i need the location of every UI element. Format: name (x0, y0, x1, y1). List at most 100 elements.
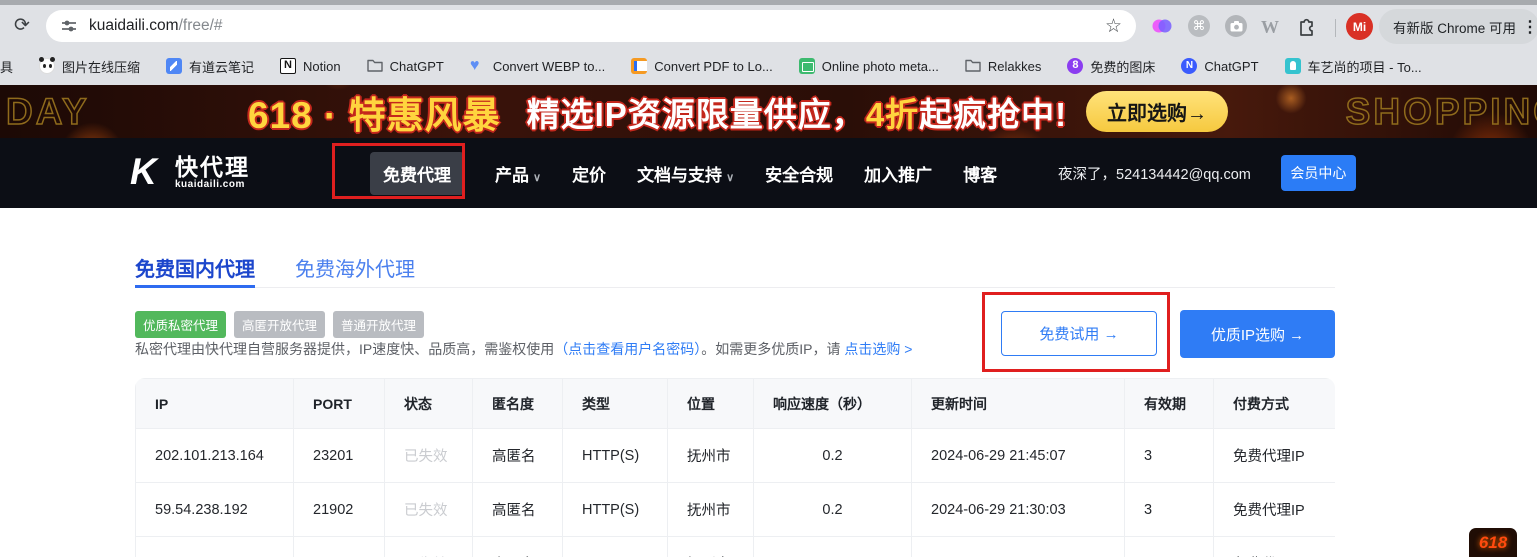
proxy-description: 私密代理由快代理自营服务器提供，IP速度快、品质高，需鉴权使用（点击查看用户名密… (135, 339, 912, 359)
cell-anonymity: 高匿名 (473, 537, 563, 557)
photo-meta-icon (799, 58, 815, 74)
site-logo[interactable]: K 快代理kuaidaili.com (130, 153, 250, 191)
bookmark-item[interactable]: ChatGPT (367, 58, 444, 75)
account-greeting: 夜深了，524134442@qq.com (1058, 163, 1251, 184)
cell-location: 抚州市 (668, 429, 754, 483)
nav-item-products[interactable]: 产品∨ (495, 161, 541, 186)
tab-domestic-free-proxy[interactable]: 免费国内代理 (135, 253, 255, 282)
bookmark-label: 免费的图床 (1090, 57, 1155, 76)
premium-ip-button[interactable]: 优质IP选购 → (1180, 310, 1335, 358)
bookmark-item[interactable]: ChatGPT (1181, 58, 1258, 74)
tabs-divider (135, 287, 1335, 288)
tag-normal-open-proxy[interactable]: 普通开放代理 (333, 311, 424, 338)
annotation-box-free-proxy (332, 143, 465, 199)
promo-618-badge[interactable]: 618 (1469, 528, 1517, 557)
nav-item-affiliate[interactable]: 加入推广 (864, 161, 932, 186)
banner-discount: 4折 (866, 96, 919, 133)
cell-anonymity: 高匿名 (473, 429, 563, 483)
cell-port: 21021 (294, 537, 385, 557)
cell-ip: 202.101.213.164 (136, 429, 294, 483)
cell-ip: 117.57.93.95 (136, 537, 294, 557)
camera-extension-icon[interactable] (1225, 15, 1247, 37)
bookmark-item[interactable]: 工具 (0, 57, 13, 76)
cell-type: HTTP(S) (563, 429, 668, 483)
banner-buy-now-button[interactable]: 立即选购→ (1086, 91, 1228, 132)
banner-deco-right: SHOPPING (1346, 91, 1537, 133)
bookmark-item[interactable]: 有道云笔记 (166, 57, 254, 76)
nav-item-docs[interactable]: 文档与支持 ∨ (637, 161, 734, 186)
heart-icon: ♥ (470, 58, 486, 74)
badge-label: 618 (1479, 533, 1507, 557)
cell-status: 已失效 (385, 483, 473, 537)
tab-overseas-free-proxy[interactable]: 免费海外代理 (295, 253, 415, 282)
cell-validity: 3 (1125, 483, 1214, 537)
buy-ip-link[interactable]: 点击选购 > (844, 341, 912, 357)
bookmark-item[interactable]: 免费的图床 (1067, 57, 1155, 76)
bookmark-item[interactable]: 图片在线压缩 (39, 57, 140, 76)
panda-icon (39, 58, 55, 74)
cell-anonymity: 高匿名 (473, 483, 563, 537)
col-header-status: 状态 (385, 379, 473, 429)
nav-item-pricing[interactable]: 定价 (572, 161, 606, 186)
url-domain: kuaidaili.com (89, 17, 179, 34)
view-credentials-link[interactable]: （点击查看用户名密码） (554, 341, 701, 357)
col-header-speed: 响应速度（秒） (754, 379, 912, 429)
bookmark-label: ChatGPT (390, 59, 444, 74)
nav-item-label: 产品 (495, 166, 529, 185)
url-path: /free/# (179, 17, 223, 34)
col-header-anonymity: 匿名度 (473, 379, 563, 429)
cell-port: 23201 (294, 429, 385, 483)
profile-avatar[interactable]: Mi (1346, 13, 1373, 40)
nav-item-compliance[interactable]: 安全合规 (765, 161, 833, 186)
url-text[interactable]: kuaidaili.com/free/# (89, 17, 223, 35)
tag-anonymous-open-proxy[interactable]: 高匿开放代理 (234, 311, 325, 338)
browser-menu-icon[interactable]: ⋮ (1522, 17, 1537, 37)
cell-location: 抚州市 (668, 483, 754, 537)
brain-extension-icon[interactable] (1152, 18, 1172, 40)
cell-validity: 3 (1125, 429, 1214, 483)
bookmark-item[interactable]: Online photo meta... (799, 58, 939, 74)
browser-toolbar: ⟳ kuaidaili.com/free/# ☆ ⌘ W Mi 有新版 Chro… (0, 5, 1537, 47)
nav-item-blog[interactable]: 博客 (963, 161, 997, 186)
bookmark-label: 车艺尚的项目 - To... (1308, 57, 1422, 76)
command-extension-icon[interactable]: ⌘ (1188, 15, 1210, 37)
cell-status: 已失效 (385, 429, 473, 483)
promo-banner[interactable]: DAY SHOPPING 618 · 特惠风暴 精选IP资源限量供应，4折起疯抢… (0, 85, 1537, 138)
youdao-note-icon (166, 58, 182, 74)
site-navbar: K 快代理kuaidaili.com 免费代理 产品∨ 定价 文档与支持∨ 安全… (0, 138, 1537, 208)
chevron-down-icon: ∨ (726, 172, 734, 184)
bookmark-item[interactable]: Notion (280, 58, 341, 74)
logo-subtitle: kuaidaili.com (175, 179, 250, 190)
pdf-converter-icon (631, 58, 647, 74)
folder-icon (367, 58, 383, 75)
image-host-icon (1067, 58, 1083, 74)
chrome-update-label: 有新版 Chrome 可用 (1393, 17, 1516, 37)
table-row: 59.54.238.192 21902 已失效 高匿名 HTTP(S) 抚州市 … (136, 483, 1336, 537)
wikipedia-extension-icon[interactable]: W (1261, 17, 1279, 38)
desc-text: 私密代理由快代理自营服务器提供，IP速度快、品质高，需鉴权使用 (135, 341, 554, 357)
logo-title: 快代理 (175, 155, 250, 179)
col-header-location: 位置 (668, 379, 754, 429)
bookmark-item[interactable]: 车艺尚的项目 - To... (1285, 57, 1422, 76)
bookmark-label: Convert PDF to Lo... (654, 59, 773, 74)
nav-account-area: 夜深了，524134442@qq.com 会员中心 (1058, 138, 1356, 208)
member-center-button[interactable]: 会员中心 (1281, 155, 1356, 191)
cell-updated: 2024-06-29 21:30:03 (912, 483, 1125, 537)
tag-private-proxy[interactable]: 优质私密代理 (135, 311, 226, 338)
bookmark-label: 工具 (0, 57, 13, 76)
extensions-puzzle-icon[interactable] (1297, 18, 1316, 42)
site-settings-icon[interactable] (61, 18, 77, 34)
reload-icon[interactable]: ⟳ (14, 14, 30, 37)
bookmark-item[interactable]: ♥Convert WEBP to... (470, 58, 605, 74)
col-header-ip: IP (136, 379, 294, 429)
table-header-row: IP PORT 状态 匿名度 类型 位置 响应速度（秒） 更新时间 有效期 付费… (136, 379, 1336, 429)
proxy-tabs: 免费国内代理 免费海外代理 (135, 253, 415, 282)
bookmark-star-icon[interactable]: ☆ (1105, 15, 1122, 38)
bookmark-item[interactable]: Convert PDF to Lo... (631, 58, 773, 74)
bookmark-item[interactable]: Relakkes (965, 58, 1041, 75)
url-bar[interactable]: kuaidaili.com/free/# ☆ (46, 10, 1136, 42)
cell-ip: 59.54.238.192 (136, 483, 294, 537)
nav-item-label: 文档与支持 (637, 166, 722, 185)
free-trial-button[interactable]: 免费试用 → (1001, 311, 1157, 356)
chrome-update-pill[interactable]: 有新版 Chrome 可用 ⋮ (1379, 9, 1537, 44)
